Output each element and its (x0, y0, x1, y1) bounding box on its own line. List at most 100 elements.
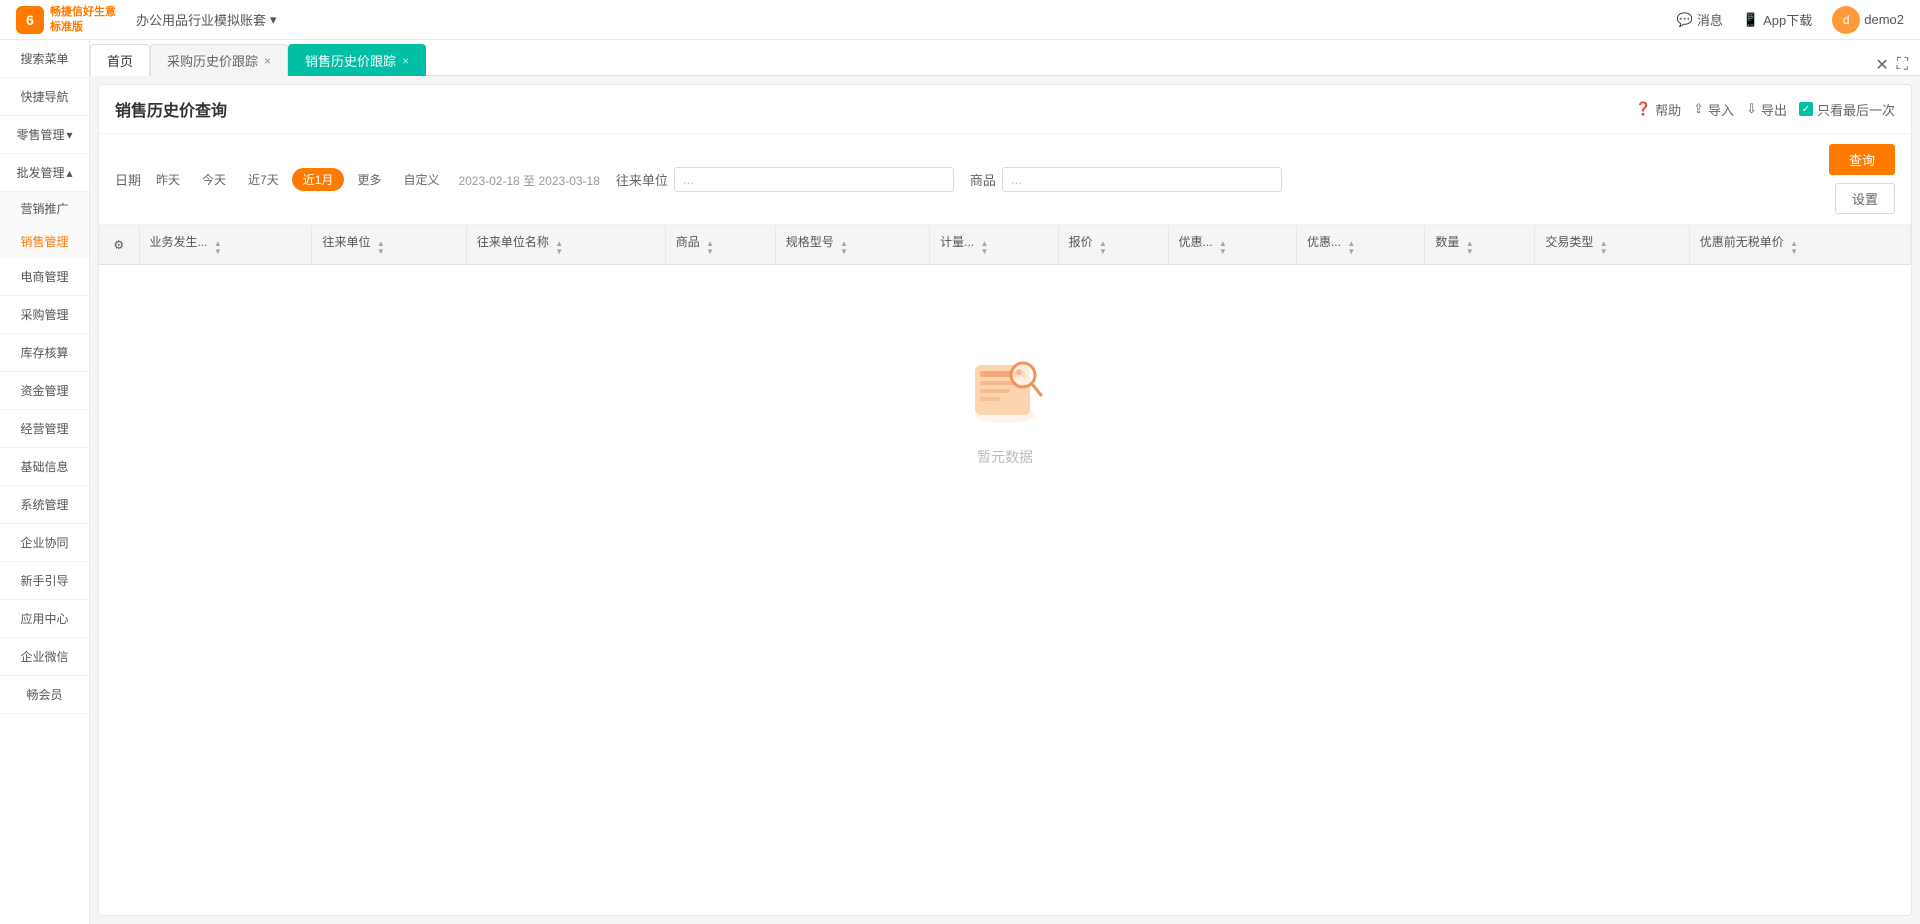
chevron-down-icon: ▾ (270, 12, 277, 28)
table-header-quantity[interactable]: 数量 ▲▼ (1425, 225, 1535, 265)
logo-text: 畅捷信好生意 标准版 (50, 5, 116, 34)
page-header-actions: ❓ 帮助 ⇪ 导入 ⇩ 导出 只看最后一次 (1635, 100, 1895, 119)
sidebar-item-retail[interactable]: 零售管理 ▾ (0, 116, 89, 154)
sidebar-item-purchase[interactable]: 采购管理 (0, 296, 89, 334)
sidebar-item-guide[interactable]: 新手引导 (0, 562, 89, 600)
sidebar-item-app-center[interactable]: 应用中心 (0, 600, 89, 638)
only-last-toggle[interactable]: 只看最后一次 (1799, 100, 1895, 119)
tab-close-sales-history[interactable]: × (402, 54, 409, 68)
sort-icon: ▲▼ (981, 240, 989, 256)
import-button[interactable]: ⇪ 导入 (1693, 100, 1734, 119)
partner-filter-group: 往来单位 ... (616, 167, 954, 192)
table-header-spec[interactable]: 规格型号 ▲▼ (775, 225, 929, 265)
topbar-left: 6 畅捷信好生意 标准版 办公用品行业模拟账套 ▾ (16, 5, 277, 34)
table-header-row: ⚙ 业务发生... ▲▼ 往来单位 ▲▼ 往来单位名称 (99, 225, 1911, 265)
empty-state: 暂元数据 (99, 265, 1911, 547)
message-button[interactable]: 💬 消息 (1677, 10, 1723, 29)
table-header-trade-type[interactable]: 交易类型 ▲▼ (1535, 225, 1689, 265)
tab-home[interactable]: 首页 (90, 44, 150, 76)
help-icon: ❓ (1635, 101, 1651, 117)
table-header-partner-name[interactable]: 往来单位名称 ▲▼ (466, 225, 665, 265)
checkbox-icon (1799, 102, 1813, 116)
message-icon: 💬 (1677, 12, 1693, 28)
import-icon: ⇪ (1693, 101, 1704, 117)
empty-icon (955, 345, 1055, 435)
maximize-button[interactable]: ⛶ (1897, 56, 1908, 74)
sidebar-item-wechat[interactable]: 企业微信 (0, 638, 89, 676)
export-button[interactable]: ⇩ 导出 (1746, 100, 1787, 119)
main-layout: 搜索菜单 快捷导航 零售管理 ▾ 批发管理 ▴ 营销推广 销售管理 电商管理 采… (0, 40, 1920, 924)
partner-label: 往来单位 (616, 170, 668, 189)
table-header-biz-date[interactable]: 业务发生... ▲▼ (139, 225, 312, 265)
page-title: 销售历史价查询 (115, 97, 227, 121)
date-buttons: 昨天 今天 近7天 近1月 更多 自定义 (147, 168, 448, 191)
help-button[interactable]: ❓ 帮助 (1635, 100, 1681, 119)
sort-icon: ▲▼ (214, 240, 222, 256)
sidebar-item-operations[interactable]: 经营管理 (0, 410, 89, 448)
data-table: ⚙ 业务发生... ▲▼ 往来单位 ▲▼ 往来单位名称 (99, 225, 1911, 265)
sort-icon: ▲▼ (1790, 240, 1798, 256)
sidebar-item-system[interactable]: 系统管理 (0, 486, 89, 524)
logo-area: 6 畅捷信好生意 标准版 (16, 5, 116, 34)
content-area: 首页 采购历史价跟踪 × 销售历史价跟踪 × ✕ ⛶ 销售历史价查询 (90, 40, 1920, 924)
user-profile[interactable]: d demo2 (1832, 6, 1904, 34)
date-range-display: 2023-02-18 至 2023-03-18 (458, 172, 599, 189)
date-btn-7days[interactable]: 近7天 (239, 168, 288, 191)
table-container: ⚙ 业务发生... ▲▼ 往来单位 ▲▼ 往来单位名称 (99, 225, 1911, 915)
sidebar-item-ecommerce[interactable]: 电商管理 (0, 258, 89, 296)
sort-icon: ▲▼ (555, 240, 563, 256)
date-btn-today[interactable]: 今天 (193, 168, 235, 191)
sidebar-item-search-menu[interactable]: 搜索菜单 (0, 40, 89, 78)
sidebar-item-sales-mgmt[interactable]: 销售管理 (0, 225, 89, 258)
page-content: 销售历史价查询 ❓ 帮助 ⇪ 导入 ⇩ 导出 (98, 84, 1912, 916)
table-header-goods[interactable]: 商品 ▲▼ (665, 225, 775, 265)
sort-icon: ▲▼ (1099, 240, 1107, 256)
sidebar-item-enterprise[interactable]: 企业协同 (0, 524, 89, 562)
logo-icon: 6 (16, 6, 44, 34)
sidebar-item-inventory[interactable]: 库存核算 (0, 334, 89, 372)
goods-label: 商品 (970, 170, 996, 189)
sidebar-item-quick-nav[interactable]: 快捷导航 (0, 78, 89, 116)
date-btn-more[interactable]: 更多 (348, 168, 390, 191)
app-selector[interactable]: 办公用品行业模拟账套 ▾ (136, 10, 277, 29)
partner-input[interactable]: ... (674, 167, 954, 192)
sidebar-item-marketing[interactable]: 营销推广 (0, 192, 89, 225)
settings-icon: ⚙ (113, 238, 124, 252)
tabbar: 首页 采购历史价跟踪 × 销售历史价跟踪 × ✕ ⛶ (90, 40, 1920, 76)
sidebar-item-wholesale[interactable]: 批发管理 ▴ (0, 154, 89, 192)
app-download-button[interactable]: 📱 App下载 (1743, 10, 1812, 29)
table-header-settings[interactable]: ⚙ (99, 225, 139, 265)
tab-sales-history[interactable]: 销售历史价跟踪 × (288, 44, 426, 76)
settings-button[interactable]: 设置 (1835, 183, 1895, 214)
topbar-right: 💬 消息 📱 App下载 d demo2 (1677, 6, 1904, 34)
sort-icon: ▲▼ (1347, 240, 1355, 256)
table-header-discount1[interactable]: 优惠... ▲▼ (1168, 225, 1296, 265)
table-header-partner-code[interactable]: 往来单位 ▲▼ (312, 225, 466, 265)
date-btn-yesterday[interactable]: 昨天 (147, 168, 189, 191)
sidebar: 搜索菜单 快捷导航 零售管理 ▾ 批发管理 ▴ 营销推广 销售管理 电商管理 采… (0, 40, 90, 924)
sidebar-item-basic-info[interactable]: 基础信息 (0, 448, 89, 486)
table-header-price[interactable]: 报价 ▲▼ (1058, 225, 1168, 265)
sidebar-item-member[interactable]: 畅会员 (0, 676, 89, 714)
sort-icon: ▲▼ (1219, 240, 1227, 256)
tabbar-actions: ✕ ⛶ (1863, 55, 1920, 75)
date-label: 日期 (115, 170, 141, 189)
table-header-discount2[interactable]: 优惠... ▲▼ (1296, 225, 1424, 265)
filter-actions: 查询 设置 (1829, 144, 1895, 214)
table-header-pretax-price[interactable]: 优惠前无税单价 ▲▼ (1689, 225, 1910, 265)
date-btn-1month[interactable]: 近1月 (292, 168, 345, 191)
date-btn-custom[interactable]: 自定义 (394, 168, 448, 191)
export-icon: ⇩ (1746, 101, 1757, 117)
close-tab-button[interactable]: ✕ (1875, 55, 1888, 75)
goods-input[interactable]: ... (1002, 167, 1282, 192)
tab-close-purchase-history[interactable]: × (264, 54, 271, 68)
filter-row: 日期 昨天 今天 近7天 近1月 更多 自定义 2023-02-18 至 202… (115, 144, 1895, 214)
sort-icon: ▲▼ (1466, 240, 1474, 256)
tab-purchase-history[interactable]: 采购历史价跟踪 × (150, 44, 288, 76)
query-button[interactable]: 查询 (1829, 144, 1895, 175)
table-header-unit[interactable]: 计量... ▲▼ (930, 225, 1058, 265)
sidebar-item-finance[interactable]: 资金管理 (0, 372, 89, 410)
date-filter-group: 日期 昨天 今天 近7天 近1月 更多 自定义 2023-02-18 至 202… (115, 168, 600, 191)
sort-icon: ▲▼ (1600, 240, 1608, 256)
download-icon: 📱 (1743, 12, 1759, 28)
